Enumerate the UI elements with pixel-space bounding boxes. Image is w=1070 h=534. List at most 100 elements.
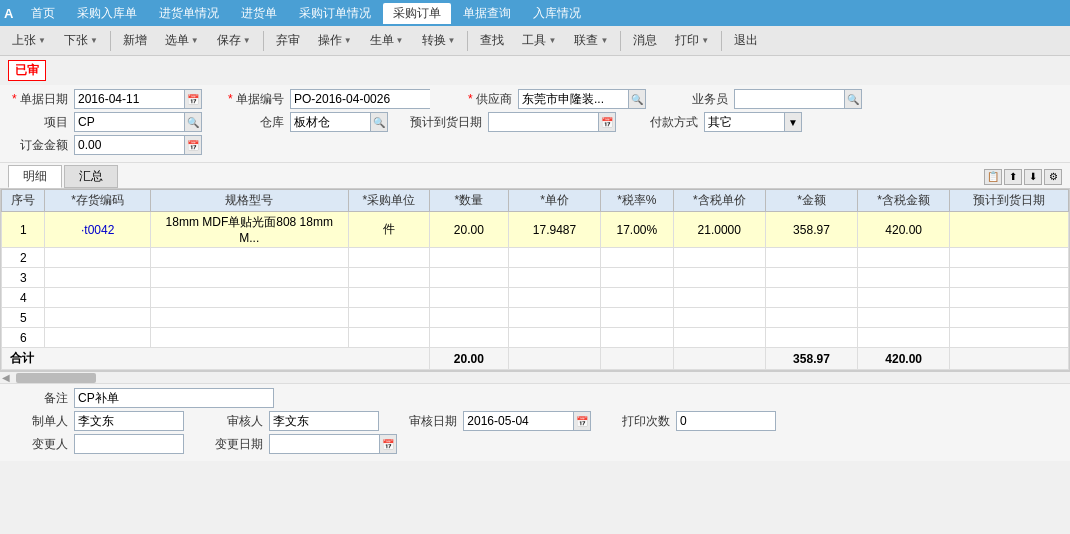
form-row-3: 订金金额 📅: [8, 135, 1062, 155]
col-taxprice: *含税单价: [673, 190, 765, 212]
nav-home[interactable]: 首页: [21, 3, 65, 24]
bottom-row-2: 制单人 审核人 审核日期 📅 打印次数: [8, 411, 1062, 431]
status-area: 已审: [0, 56, 1070, 85]
table-row[interactable]: 5: [2, 308, 1069, 328]
generate-arrow-icon: ▼: [396, 36, 404, 45]
order-amount-field: 📅: [74, 135, 202, 155]
table-row[interactable]: 4: [2, 288, 1069, 308]
creator-label: 制单人: [8, 413, 68, 430]
toolbar: 上张 ▼ 下张 ▼ 新增 选单 ▼ 保存 ▼ 弃审 操作 ▼ 生单 ▼ 转换 ▼…: [0, 26, 1070, 56]
nav-purchase-inbound[interactable]: 采购入库单: [67, 3, 147, 24]
table-row[interactable]: 6: [2, 328, 1069, 348]
tab-summary[interactable]: 汇总: [64, 165, 118, 188]
bottom-row-3: 变更人 变更日期 📅: [8, 434, 1062, 454]
pay-method-arrow-icon[interactable]: ▼: [784, 112, 802, 132]
pay-method-input[interactable]: [704, 112, 784, 132]
modifier-label: 变更人: [8, 436, 68, 453]
cancel-review-button[interactable]: 弃审: [268, 30, 308, 51]
table-row[interactable]: 2: [2, 248, 1069, 268]
reviewer-label: 审核人: [203, 413, 263, 430]
col-expected-date: 预计到货日期: [950, 190, 1069, 212]
review-date-input[interactable]: [463, 411, 573, 431]
horizontal-scrollbar[interactable]: ◀: [0, 371, 1070, 383]
export-icon[interactable]: ⬆: [1004, 169, 1022, 185]
review-date-calendar-icon[interactable]: 📅: [573, 411, 591, 431]
find-button[interactable]: 查找: [472, 30, 512, 51]
single-no-field: [290, 89, 430, 109]
import-icon[interactable]: ⬇: [1024, 169, 1042, 185]
nav-goods-order[interactable]: 进货单: [231, 3, 287, 24]
warehouse-field: 🔍: [290, 112, 388, 132]
reviewer-input[interactable]: [269, 411, 379, 431]
modifier-input[interactable]: [74, 434, 184, 454]
select-button[interactable]: 选单 ▼: [157, 30, 207, 51]
nav-inbound-status[interactable]: 入库情况: [523, 3, 591, 24]
col-unit: *采购单位: [348, 190, 429, 212]
single-date-calendar-icon[interactable]: 📅: [184, 89, 202, 109]
generate-button[interactable]: 生单 ▼: [362, 30, 412, 51]
warehouse-search-icon[interactable]: 🔍: [370, 112, 388, 132]
prev-button[interactable]: 上张 ▼: [4, 30, 54, 51]
single-no-input[interactable]: [290, 89, 430, 109]
supplier-search-icon[interactable]: 🔍: [628, 89, 646, 109]
scroll-thumb[interactable]: [16, 373, 96, 383]
print-button[interactable]: 打印 ▼: [667, 30, 717, 51]
total-empty-taxprice: [673, 348, 765, 370]
print-count-input[interactable]: [676, 411, 776, 431]
select-arrow-icon: ▼: [191, 36, 199, 45]
exit-button[interactable]: 退出: [726, 30, 766, 51]
message-button[interactable]: 消息: [625, 30, 665, 51]
total-row: 合计 20.00 358.97 420.00: [2, 348, 1069, 370]
copy-icon[interactable]: 📋: [984, 169, 1002, 185]
settings-icon[interactable]: ⚙: [1044, 169, 1062, 185]
modify-date-input[interactable]: [269, 434, 379, 454]
col-seq: 序号: [2, 190, 45, 212]
table-row[interactable]: 3: [2, 268, 1069, 288]
operate-button[interactable]: 操作 ▼: [310, 30, 360, 51]
tools-arrow-icon: ▼: [548, 36, 556, 45]
project-input[interactable]: [74, 112, 184, 132]
scroll-left-arrow[interactable]: ◀: [0, 372, 12, 383]
save-arrow-icon: ▼: [243, 36, 251, 45]
nav-purchase-order-detail[interactable]: 采购订单情况: [289, 3, 381, 24]
expected-date-label: 预计到货日期: [410, 114, 482, 131]
col-qty: *数量: [429, 190, 508, 212]
app-logo: A: [4, 6, 13, 21]
order-amount-input[interactable]: [74, 135, 184, 155]
operate-arrow-icon: ▼: [344, 36, 352, 45]
order-amount-label: 订金金额: [8, 137, 68, 154]
tools-button[interactable]: 工具 ▼: [514, 30, 564, 51]
creator-input[interactable]: [74, 411, 184, 431]
tab-detail[interactable]: 明细: [8, 165, 62, 188]
warehouse-input[interactable]: [290, 112, 370, 132]
convert-arrow-icon: ▼: [448, 36, 456, 45]
add-button[interactable]: 新增: [115, 30, 155, 51]
tabs-area: 明细 汇总 📋 ⬆ ⬇ ⚙: [0, 163, 1070, 188]
bottom-form: 备注 制单人 审核人 审核日期 📅 打印次数 变更人 变更日期: [0, 383, 1070, 461]
project-search-icon[interactable]: 🔍: [184, 112, 202, 132]
form-row-2: 项目 🔍 仓库 🔍 预计到货日期 📅 付款方式: [8, 112, 1062, 132]
expected-date-input[interactable]: [488, 112, 598, 132]
nav-query[interactable]: 单据查询: [453, 3, 521, 24]
remark-input[interactable]: [74, 388, 274, 408]
supplier-input[interactable]: [518, 89, 628, 109]
staff-search-icon[interactable]: 🔍: [844, 89, 862, 109]
convert-button[interactable]: 转换 ▼: [414, 30, 464, 51]
table-row[interactable]: 1·t004218mm MDF单贴光面808 18mm M...件20.0017…: [2, 212, 1069, 248]
staff-input[interactable]: [734, 89, 844, 109]
total-empty-date: [950, 348, 1069, 370]
remark-label: 备注: [8, 390, 68, 407]
nav-purchase-order[interactable]: 采购订单: [383, 3, 451, 24]
nav-goods-detail[interactable]: 进货单情况: [149, 3, 229, 24]
tab-action-icons: 📋 ⬆ ⬇ ⚙: [984, 169, 1062, 185]
total-empty-price: [508, 348, 600, 370]
single-date-input[interactable]: [74, 89, 184, 109]
save-button[interactable]: 保存 ▼: [209, 30, 259, 51]
link-query-button[interactable]: 联查 ▼: [566, 30, 616, 51]
next-button[interactable]: 下张 ▼: [56, 30, 106, 51]
form-area: 单据日期 📅 单据编号 供应商 🔍 业务员: [0, 85, 1070, 163]
order-amount-calendar-icon[interactable]: 📅: [184, 135, 202, 155]
expected-date-calendar-icon[interactable]: 📅: [598, 112, 616, 132]
col-spec: 规格型号: [150, 190, 348, 212]
modify-date-calendar-icon[interactable]: 📅: [379, 434, 397, 454]
